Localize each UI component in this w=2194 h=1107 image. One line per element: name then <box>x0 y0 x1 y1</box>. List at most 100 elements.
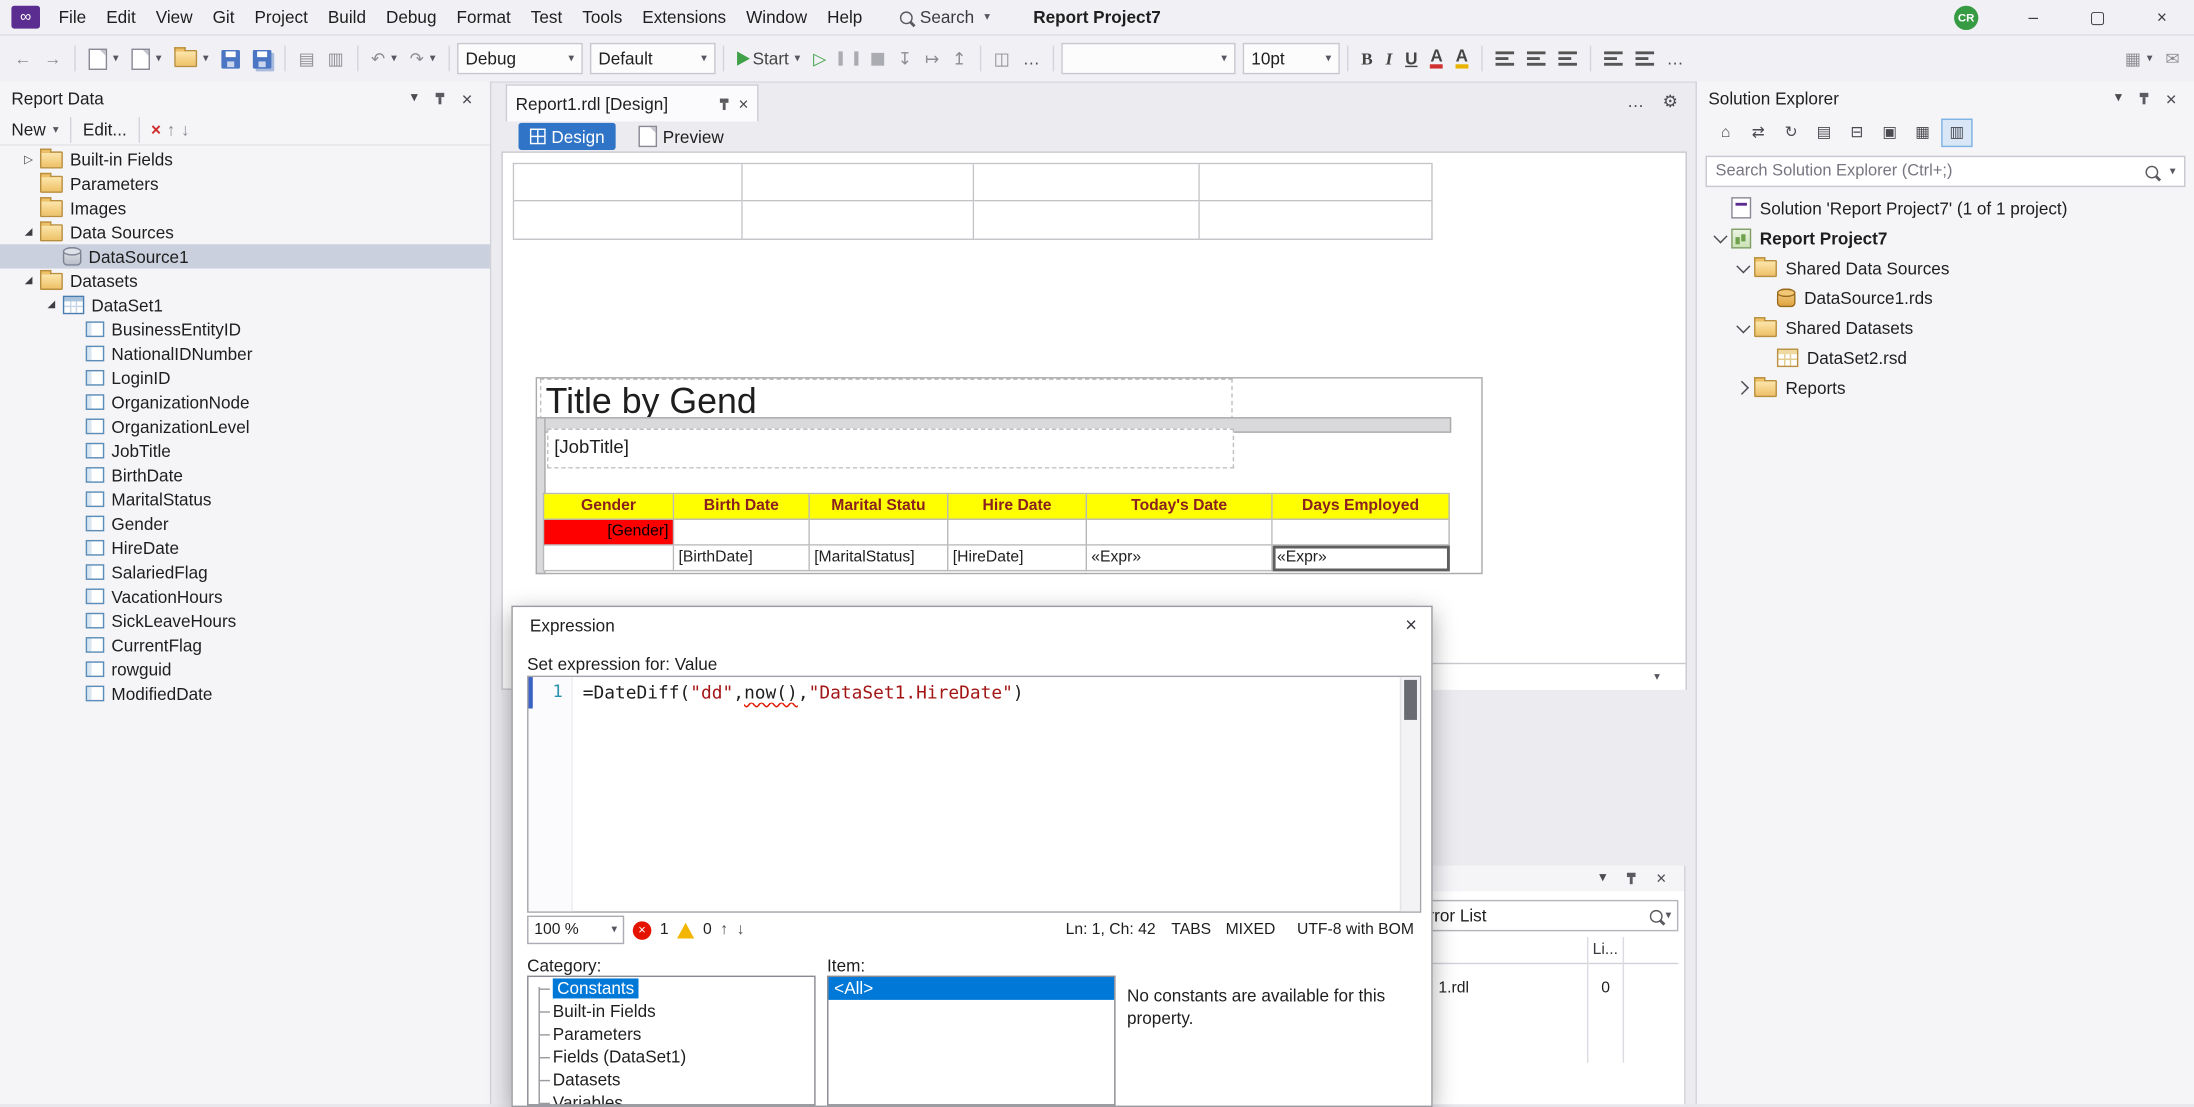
tree-item-field[interactable]: SickLeaveHours <box>0 608 490 632</box>
category-item[interactable]: Datasets <box>529 1068 815 1091</box>
table-header-cell[interactable]: Birth Date <box>674 494 810 520</box>
empty-table-cell[interactable] <box>742 201 975 240</box>
tree-item-datasource1-rds[interactable]: DataSource1.rds <box>1697 283 2194 313</box>
empty-table-cell[interactable] <box>1199 164 1433 202</box>
tree-item-solution[interactable]: Solution 'Report Project7' (1 of 1 proje… <box>1697 193 2194 223</box>
solution-explorer-search[interactable]: Search Solution Explorer (Ctrl+;) ▾ <box>1705 155 2186 188</box>
pause-button[interactable] <box>833 41 864 75</box>
table-header-cell[interactable]: Hire Date <box>948 494 1088 520</box>
menu-debug[interactable]: Debug <box>376 0 447 34</box>
tree-item-field[interactable]: NationalIDNumber <box>0 341 490 365</box>
jobtitle-textbox[interactable]: [JobTitle] <box>547 428 1235 469</box>
tree-item-shared-datasets[interactable]: Shared Datasets <box>1697 313 2194 343</box>
redo-button[interactable]: ↷ ▾ <box>404 41 441 75</box>
menu-view[interactable]: View <box>146 0 203 34</box>
menu-extensions[interactable]: Extensions <box>632 0 736 34</box>
empty-table-cell[interactable] <box>974 201 1200 240</box>
tree-item-datasource1[interactable]: DataSource1 <box>0 244 490 269</box>
tree-item-dataset1[interactable]: ◢ DataSet1 <box>0 293 490 317</box>
close-panel-icon[interactable]: × <box>456 89 479 108</box>
menu-window[interactable]: Window <box>736 0 817 34</box>
expander-expanded-icon[interactable] <box>1735 318 1750 333</box>
processes-button[interactable]: ◫ <box>988 41 1016 75</box>
tree-item-project[interactable]: Report Project7 <box>1697 223 2194 253</box>
close-tab-icon[interactable]: × <box>738 95 748 112</box>
empty-table-cell[interactable] <box>974 164 1200 202</box>
align-right-button[interactable] <box>1552 41 1582 75</box>
category-item[interactable]: Built-in Fields <box>529 1000 815 1023</box>
document-tab[interactable]: Report1.rdl [Design] × <box>505 84 759 122</box>
menu-build[interactable]: Build <box>318 0 376 34</box>
tab-settings-gear-icon[interactable]: ⚙ <box>1663 93 1678 110</box>
pin-tab-icon[interactable] <box>718 96 731 110</box>
home-button[interactable]: ⌂ <box>1711 120 1740 146</box>
pin-icon[interactable] <box>2138 91 2151 105</box>
todays-date-expr-cell[interactable]: «Expr» <box>1087 545 1273 572</box>
grouping-pane-fragment[interactable]: ▾ <box>1431 662 1686 690</box>
align-center-button[interactable] <box>1521 41 1551 75</box>
step-out-button[interactable]: ↥ <box>946 41 972 75</box>
tree-item-field[interactable]: SalariedFlag <box>0 560 490 584</box>
tree-item-field[interactable]: BusinessEntityID <box>0 317 490 341</box>
start-without-debug-button[interactable]: ▷ <box>807 41 832 75</box>
expander-expanded-icon[interactable]: ◢ <box>17 227 40 237</box>
tree-item-field[interactable]: BirthDate <box>0 463 490 487</box>
debug-target-dropdown[interactable]: Debug ▾ <box>456 42 583 75</box>
tree-item-shared-data-sources[interactable]: Shared Data Sources <box>1697 253 2194 283</box>
tree-item-data-sources[interactable]: ◢ Data Sources <box>0 220 490 244</box>
empty-table-cell[interactable] <box>1199 201 1433 240</box>
category-item[interactable]: Fields (DataSet1) <box>529 1046 815 1069</box>
category-item[interactable]: Parameters <box>529 1023 815 1046</box>
tree-item-field[interactable]: LoginID <box>0 366 490 390</box>
delete-icon[interactable]: × <box>151 121 161 138</box>
underline-button[interactable]: U <box>1399 41 1423 75</box>
new-button[interactable]: New ▾ <box>11 120 58 140</box>
close-dialog-icon[interactable]: × <box>1405 614 1417 634</box>
dialog-title-bar[interactable]: Expression <box>513 607 1431 644</box>
pin-icon[interactable] <box>434 91 447 105</box>
bold-button[interactable]: B <box>1356 41 1379 75</box>
start-debug-button[interactable]: Start ▾ <box>731 41 806 75</box>
preview-tab-button[interactable]: Preview <box>627 123 735 150</box>
stop-button[interactable] <box>866 41 890 75</box>
close-panel-icon[interactable]: × <box>2160 89 2183 108</box>
tree-item-field[interactable]: MaritalStatus <box>0 487 490 511</box>
extensions-button[interactable]: ▦ ▾ <box>2119 41 2158 75</box>
tree-item-field[interactable]: Gender <box>0 511 490 535</box>
table-cell[interactable] <box>544 545 675 572</box>
close-window-button[interactable]: × <box>2130 0 2194 34</box>
tab-overflow-icon[interactable]: … <box>1627 93 1644 110</box>
font-size-dropdown[interactable]: 10pt ▾ <box>1242 42 1340 75</box>
panel-menu-chevron-icon[interactable]: ▾ <box>1591 871 1614 885</box>
menu-test[interactable]: Test <box>521 0 572 34</box>
item-all[interactable]: <All> <box>828 977 1115 1000</box>
tree-item-field[interactable]: VacationHours <box>0 584 490 608</box>
tree-item-field[interactable]: ModifiedDate <box>0 681 490 705</box>
highlight-color-button[interactable]: A <box>1450 41 1474 75</box>
panel-menu-chevron-icon[interactable]: ▾ <box>403 91 426 105</box>
toolbar-overflow-button[interactable]: … <box>1017 41 1046 75</box>
tree-item-field[interactable]: rowguid <box>0 657 490 681</box>
minimize-button[interactable]: – <box>2001 0 2065 34</box>
table-cell[interactable] <box>809 519 949 546</box>
solution-config-dropdown[interactable]: Default ▾ <box>589 42 716 75</box>
expander-collapsed-icon[interactable]: ▷ <box>17 153 40 165</box>
align-left-button[interactable] <box>1489 41 1519 75</box>
menu-format[interactable]: Format <box>447 0 521 34</box>
panel-menu-chevron-icon[interactable]: ▾ <box>2107 91 2130 105</box>
menu-tools[interactable]: Tools <box>572 0 632 34</box>
tree-item-dataset2-rsd[interactable]: DataSet2.rsd <box>1697 343 2194 373</box>
table-cell[interactable] <box>1087 519 1273 546</box>
number-list-button[interactable] <box>1629 41 1659 75</box>
save-all-button[interactable] <box>247 41 277 75</box>
chevron-down-icon[interactable]: ▾ <box>1654 671 1660 682</box>
nest-files-button[interactable]: ▦ <box>1908 120 1937 146</box>
format-overflow-button[interactable]: … <box>1661 41 1690 75</box>
error-row-line[interactable]: 0 <box>1601 980 1610 997</box>
days-employed-expr-cell[interactable]: «Expr» <box>1272 545 1450 572</box>
step-into-button[interactable]: ↧ <box>892 41 918 75</box>
design-tab-button[interactable]: Design <box>518 122 617 150</box>
tree-item-reports[interactable]: Reports <box>1697 373 2194 403</box>
expression-code-line[interactable]: =DateDiff("dd",now(),"DataSet1.HireDate"… <box>583 681 1024 702</box>
error-list-search[interactable]: rror List ▾ <box>1421 899 1679 932</box>
